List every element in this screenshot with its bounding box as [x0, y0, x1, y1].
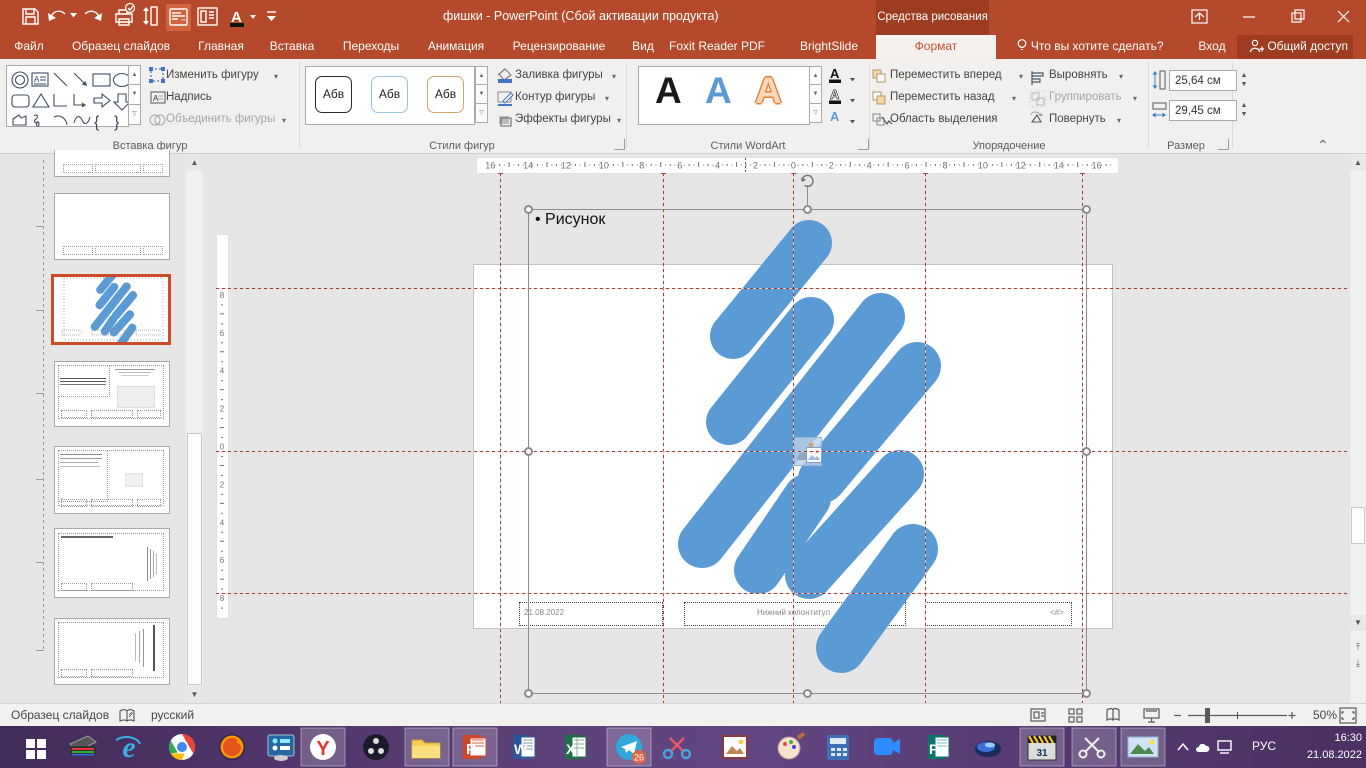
svg-text:e: e	[122, 731, 135, 764]
svg-text:12: 12	[561, 161, 571, 171]
svg-text:2: 2	[220, 405, 225, 414]
svg-text:6: 6	[220, 556, 225, 565]
svg-text:4: 4	[220, 518, 225, 527]
svg-text:Y: Y	[316, 738, 330, 760]
svg-text:10: 10	[599, 161, 609, 171]
svg-text:8: 8	[942, 161, 947, 171]
svg-text:A: A	[34, 75, 40, 84]
svg-text:10: 10	[978, 161, 988, 171]
svg-text:16: 16	[485, 161, 495, 171]
svg-text:{: {	[94, 114, 100, 131]
svg-text:4: 4	[867, 161, 872, 171]
svg-text:12: 12	[1016, 161, 1026, 171]
svg-text:P: P	[466, 741, 476, 758]
svg-text:2: 2	[220, 480, 225, 489]
svg-text:0: 0	[791, 161, 796, 171]
svg-text:8: 8	[220, 594, 225, 603]
svg-text:W: W	[514, 741, 528, 757]
svg-text:}: }	[114, 114, 120, 131]
svg-text:4: 4	[220, 367, 225, 376]
svg-text:A: A	[830, 109, 840, 124]
svg-text:8: 8	[639, 161, 644, 171]
svg-text:6: 6	[677, 161, 682, 171]
svg-text:6: 6	[905, 161, 910, 171]
svg-text:2: 2	[753, 161, 758, 171]
svg-text:16: 16	[1092, 161, 1102, 171]
svg-text:26: 26	[634, 753, 644, 763]
svg-text:A: A	[830, 87, 840, 102]
svg-text:A: A	[153, 94, 159, 103]
svg-text:A: A	[830, 66, 840, 81]
svg-text:6: 6	[220, 329, 225, 338]
svg-text:P: P	[929, 741, 938, 757]
svg-text:4: 4	[715, 161, 720, 171]
svg-text:31: 31	[1036, 748, 1048, 759]
svg-text:X: X	[566, 741, 576, 757]
svg-text:14: 14	[523, 161, 533, 171]
svg-text:14: 14	[1054, 161, 1064, 171]
svg-text:8: 8	[220, 291, 225, 300]
svg-text:2: 2	[829, 161, 834, 171]
